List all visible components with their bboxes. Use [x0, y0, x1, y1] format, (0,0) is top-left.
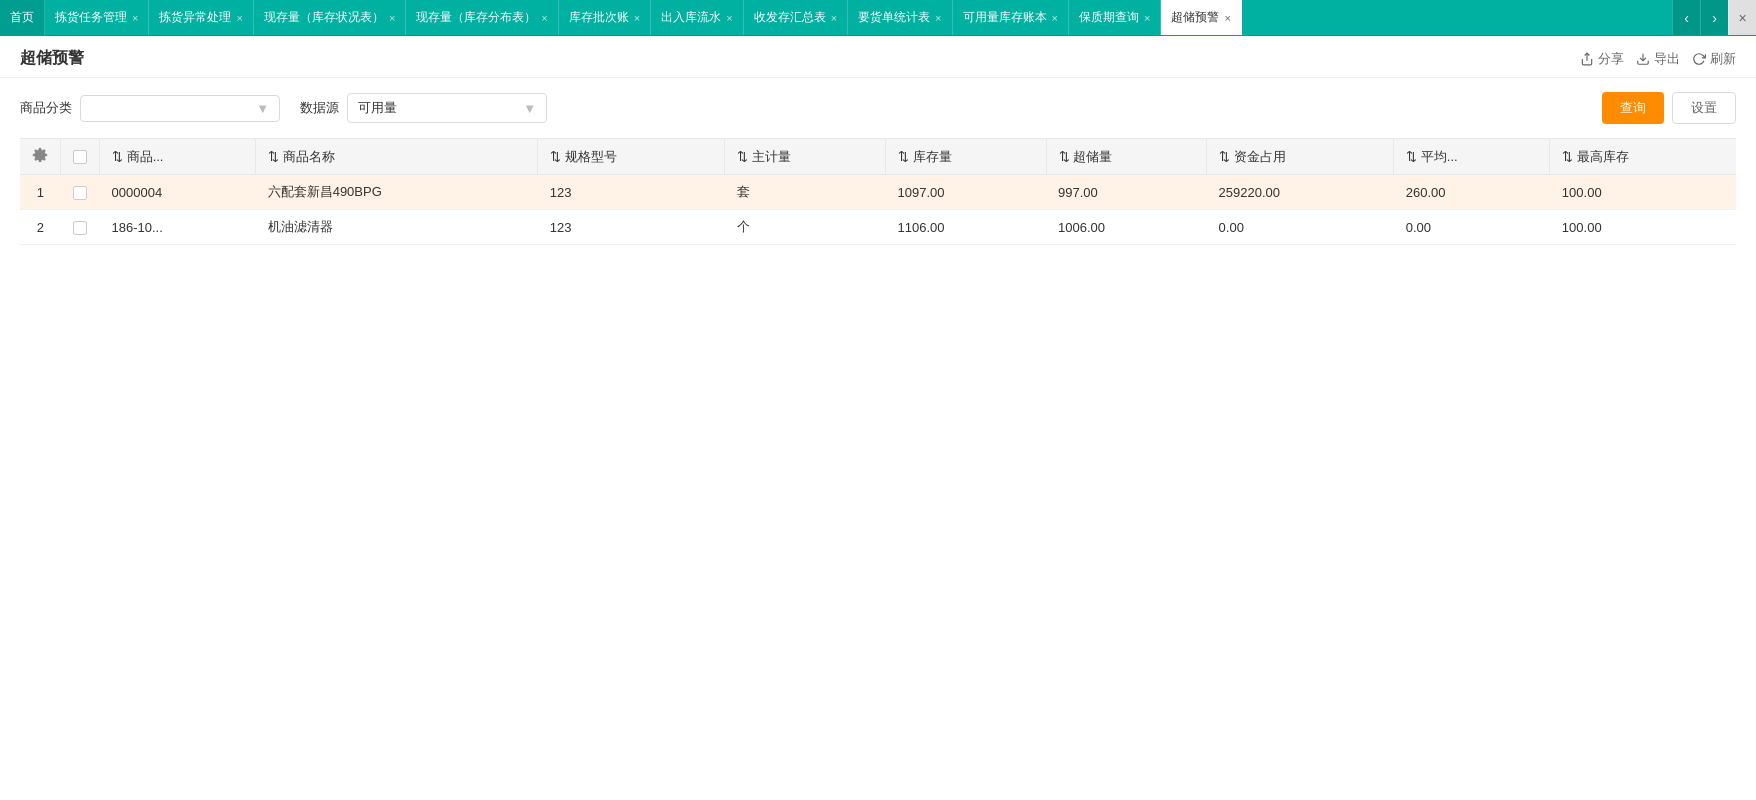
- th-spec[interactable]: ⇅ 规格型号: [538, 139, 725, 175]
- close-stock-batch[interactable]: ×: [634, 12, 640, 24]
- filter-actions: 查询 设置: [1602, 92, 1736, 124]
- nav-order-stat[interactable]: 要货单统计表 ×: [848, 0, 952, 35]
- datasource-select-value: 可用量: [358, 99, 397, 117]
- close-task-mgmt[interactable]: ×: [132, 12, 138, 24]
- overstock-table: ⇅ 商品... ⇅ 商品名称 ⇅ 规格型号 ⇅ 主计量 ⇅ 库存量: [20, 138, 1736, 245]
- category-label: 商品分类: [20, 99, 72, 117]
- product-code-2: 186-10...: [100, 210, 256, 245]
- close-stock-status[interactable]: ×: [389, 12, 395, 24]
- nav-next-btn[interactable]: ›: [1700, 0, 1728, 36]
- unit-2: 个: [725, 210, 886, 245]
- spec-2: 123: [538, 210, 725, 245]
- spec-1: 123: [538, 175, 725, 210]
- nav-inout-flow[interactable]: 出入库流水 ×: [651, 0, 743, 35]
- capital-usage-1: 259220.00: [1207, 175, 1394, 210]
- max-stock-2: 100.00: [1550, 210, 1736, 245]
- product-name-1: 六配套新昌490BPG: [256, 175, 538, 210]
- filter-bar: 商品分类 ▼ 数据源 可用量 ▼ 查询 设置: [0, 78, 1756, 138]
- category-filter-item: 商品分类 ▼: [20, 95, 280, 122]
- th-checkbox: [61, 139, 100, 175]
- product-name-2: 机油滤清器: [256, 210, 538, 245]
- nav-stock-dist[interactable]: 现存量（库存分布表） ×: [406, 0, 558, 35]
- close-abnormal[interactable]: ×: [236, 12, 242, 24]
- nav-abnormal[interactable]: 拣货异常处理 ×: [149, 0, 253, 35]
- th-avg[interactable]: ⇅ 平均...: [1394, 139, 1550, 175]
- row-checkbox-2[interactable]: [61, 210, 100, 245]
- close-stock-dist[interactable]: ×: [541, 12, 547, 24]
- top-nav: 首页 拣货任务管理 × 拣货异常处理 × 现存量（库存状况表） × 现存量（库存…: [0, 0, 1756, 36]
- export-button[interactable]: 导出: [1636, 50, 1680, 68]
- nav-more-btn[interactable]: ×: [1728, 0, 1756, 36]
- nav-prev-btn[interactable]: ‹: [1672, 0, 1700, 36]
- th-max-stock[interactable]: ⇅ 最高库存: [1550, 139, 1736, 175]
- close-recv-send[interactable]: ×: [831, 12, 837, 24]
- nav-arrows: ‹ › ×: [1672, 0, 1756, 36]
- category-select-value: [91, 101, 95, 116]
- avg-1: 260.00: [1394, 175, 1550, 210]
- datasource-label: 数据源: [300, 99, 339, 117]
- header-actions: 分享 导出 刷新: [1580, 50, 1736, 68]
- th-product-name[interactable]: ⇅ 商品名称: [256, 139, 538, 175]
- settings-gear-icon[interactable]: [32, 147, 48, 163]
- export-icon: [1636, 52, 1650, 66]
- table-row: 1 0000004 六配套新昌490BPG 123 套 1097.00 997.…: [20, 175, 1736, 210]
- table-header-row: ⇅ 商品... ⇅ 商品名称 ⇅ 规格型号 ⇅ 主计量 ⇅ 库存量: [20, 139, 1736, 175]
- category-select[interactable]: ▼: [80, 95, 280, 122]
- table-wrapper: ⇅ 商品... ⇅ 商品名称 ⇅ 规格型号 ⇅ 主计量 ⇅ 库存量: [0, 138, 1756, 245]
- page-title: 超储预警: [20, 48, 84, 69]
- th-product-code[interactable]: ⇅ 商品...: [100, 139, 256, 175]
- category-dropdown-icon: ▼: [256, 101, 269, 116]
- avg-2: 0.00: [1394, 210, 1550, 245]
- refresh-button[interactable]: 刷新: [1692, 50, 1736, 68]
- capital-usage-2: 0.00: [1207, 210, 1394, 245]
- row-num-2: 2: [20, 210, 61, 245]
- th-overstock-qty[interactable]: ⇅ 超储量: [1046, 139, 1207, 175]
- close-inout-flow[interactable]: ×: [726, 12, 732, 24]
- refresh-icon: [1692, 52, 1706, 66]
- nav-stock-status[interactable]: 现存量（库存状况表） ×: [254, 0, 406, 35]
- close-avail-stock[interactable]: ×: [1052, 12, 1058, 24]
- datasource-filter-item: 数据源 可用量 ▼: [300, 93, 547, 123]
- overstock-qty-1: 997.00: [1046, 175, 1207, 210]
- share-button[interactable]: 分享: [1580, 50, 1624, 68]
- page-header: 超储预警 分享 导出 刷新: [0, 36, 1756, 78]
- th-gear: [20, 139, 61, 175]
- table-row: 2 186-10... 机油滤清器 123 个 1106.00 1006.00 …: [20, 210, 1736, 245]
- datasource-dropdown-icon: ▼: [523, 101, 536, 116]
- product-code-1: 0000004: [100, 175, 256, 210]
- share-icon: [1580, 52, 1594, 66]
- close-quality-check[interactable]: ×: [1144, 12, 1150, 24]
- max-stock-1: 100.00: [1550, 175, 1736, 210]
- th-stock-qty[interactable]: ⇅ 库存量: [885, 139, 1046, 175]
- row-num-1: 1: [20, 175, 61, 210]
- nav-recv-send[interactable]: 收发存汇总表 ×: [744, 0, 848, 35]
- overstock-qty-2: 1006.00: [1046, 210, 1207, 245]
- nav-stock-batch[interactable]: 库存批次账 ×: [559, 0, 651, 35]
- close-overstock[interactable]: ×: [1224, 12, 1230, 24]
- unit-1: 套: [725, 175, 886, 210]
- header-checkbox[interactable]: [73, 150, 87, 164]
- settings-button[interactable]: 设置: [1672, 92, 1736, 124]
- nav-task-mgmt[interactable]: 拣货任务管理 ×: [45, 0, 149, 35]
- th-capital-usage[interactable]: ⇅ 资金占用: [1207, 139, 1394, 175]
- nav-quality-check[interactable]: 保质期查询 ×: [1069, 0, 1161, 35]
- stock-qty-2: 1106.00: [885, 210, 1046, 245]
- datasource-select[interactable]: 可用量 ▼: [347, 93, 547, 123]
- main-content: 超储预警 分享 导出 刷新 商品分类 ▼ 数据源: [0, 36, 1756, 800]
- stock-qty-1: 1097.00: [885, 175, 1046, 210]
- query-button[interactable]: 查询: [1602, 92, 1664, 124]
- th-unit[interactable]: ⇅ 主计量: [725, 139, 886, 175]
- row-checkbox-1[interactable]: [61, 175, 100, 210]
- nav-avail-stock[interactable]: 可用量库存账本 ×: [953, 0, 1069, 35]
- close-order-stat[interactable]: ×: [935, 12, 941, 24]
- nav-home[interactable]: 首页: [0, 0, 45, 35]
- nav-overstock[interactable]: 超储预警 ×: [1161, 0, 1241, 35]
